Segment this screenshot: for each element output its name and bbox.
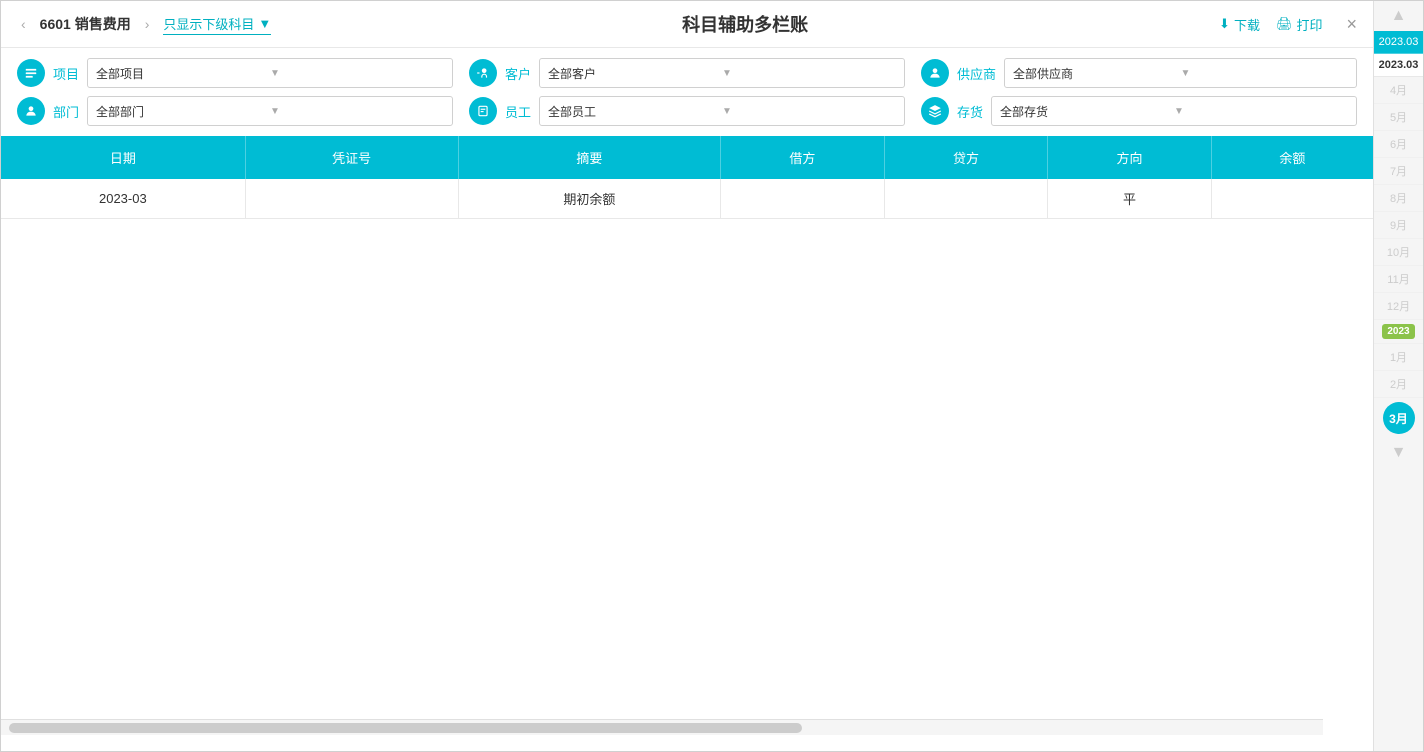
department-label: 部门 [53,102,79,121]
download-button[interactable]: ⬇ 下载 [1219,15,1260,34]
account-code: 6601 销售费用 [40,14,131,34]
customer-select[interactable]: 全部客户 ▼ [539,58,905,88]
employee-select-value: 全部员工 [548,103,722,120]
sidebar-month-1[interactable]: 1月 [1374,344,1423,371]
table-header-row: 日期 凭证号 摘要 借方 贷方 方向 余额 [1,136,1373,179]
next-arrow[interactable]: › [141,14,154,34]
cell-debit [721,179,885,219]
department-select-value: 全部部门 [96,103,270,120]
sidebar-month-6[interactable]: 6月 [1374,131,1423,158]
ledger-table-container: 日期 凭证号 摘要 借方 贷方 方向 余额 2023-03 期初余额 平 [1,136,1373,219]
department-select[interactable]: 全部部门 ▼ [87,96,453,126]
customer-icon [469,59,497,87]
supplier-dropdown-arrow: ▼ [1181,68,1349,79]
download-icon: ⬇ [1219,16,1230,32]
sidebar-month-5[interactable]: 5月 [1374,104,1423,131]
project-label: 项目 [53,64,79,83]
sidebar-month-9[interactable]: 9月 [1374,212,1423,239]
project-select-value: 全部项目 [96,65,270,82]
download-label: 下载 [1234,15,1260,34]
sidebar-down-arrow[interactable]: ▼ [1385,438,1413,468]
filter-row-supplier: 供应商 全部供应商 ▼ [921,58,1357,88]
sidebar-month-4[interactable]: 4月 [1374,77,1423,104]
col-date: 日期 [1,136,245,179]
sublevel-dropdown-arrow: ▼ [258,16,271,31]
top-actions: ⬇ 下载 🖨 打印 × [1219,14,1357,35]
print-icon: 🖨 [1276,16,1293,32]
inventory-select[interactable]: 全部存货 ▼ [991,96,1357,126]
print-label: 打印 [1296,15,1322,34]
supplier-select-value: 全部供应商 [1013,65,1181,82]
employee-icon [469,97,497,125]
filter-area: 项目 全部项目 ▼ 客户 全部客户 ▼ [1,48,1373,136]
sidebar-month-10[interactable]: 10月 [1374,239,1423,266]
department-icon [17,97,45,125]
filter-row-inventory: 存货 全部存货 ▼ [921,96,1357,126]
filter-row-project: 项目 全部项目 ▼ [17,58,453,88]
main-window: ‹ 6601 销售费用 › 只显示下级科目 ▼ 科目辅助多栏账 ⬇ 下载 🖨 打… [0,0,1424,752]
year-badge-container: 2023 [1374,320,1423,344]
close-button[interactable]: × [1346,14,1357,35]
table-row[interactable]: 2023-03 期初余额 平 [1,179,1373,219]
inventory-select-value: 全部存货 [1000,103,1174,120]
inventory-dropdown-arrow: ▼ [1174,106,1348,117]
supplier-select[interactable]: 全部供应商 ▼ [1004,58,1357,88]
inventory-icon [921,97,949,125]
department-dropdown-arrow: ▼ [270,106,444,117]
employee-label: 员工 [505,102,531,121]
cell-credit [884,179,1048,219]
col-balance: 余额 [1211,136,1373,179]
inventory-label: 存货 [957,102,983,121]
year-badge-2023: 2023 [1382,324,1414,339]
horizontal-scrollbar[interactable] [1,719,1323,735]
right-sidebar: ▲ 2023.03 2023.03 4月 5月 6月 7月 8月 9月 10月 … [1373,1,1423,751]
col-direction: 方向 [1048,136,1212,179]
cell-summary: 期初余额 [458,179,720,219]
sidebar-month-3-active[interactable]: 3月 [1383,402,1415,434]
filter-row-employee: 员工 全部员工 ▼ [469,96,905,126]
ledger-table: 日期 凭证号 摘要 借方 贷方 方向 余额 2023-03 期初余额 平 [1,136,1373,219]
show-sublevel-toggle[interactable]: 只显示下级科目 ▼ [163,14,271,35]
customer-dropdown-arrow: ▼ [722,68,896,79]
sidebar-period-2023-03[interactable]: 2023.03 [1374,54,1423,77]
col-credit: 贷方 [884,136,1048,179]
col-summary: 摘要 [458,136,720,179]
main-content-area: ‹ 6601 销售费用 › 只显示下级科目 ▼ 科目辅助多栏账 ⬇ 下载 🖨 打… [1,1,1373,735]
prev-arrow[interactable]: ‹ [17,14,30,34]
col-voucher: 凭证号 [245,136,458,179]
top-bar: ‹ 6601 销售费用 › 只显示下级科目 ▼ 科目辅助多栏账 ⬇ 下载 🖨 打… [1,1,1373,48]
cell-date: 2023-03 [1,179,245,219]
page-title: 科目辅助多栏账 [281,11,1209,37]
employee-select[interactable]: 全部员工 ▼ [539,96,905,126]
cell-voucher [245,179,458,219]
supplier-icon [921,59,949,87]
filter-row-customer: 客户 全部客户 ▼ [469,58,905,88]
sidebar-month-11[interactable]: 11月 [1374,266,1423,293]
cell-balance [1211,179,1373,219]
filter-row-department: 部门 全部部门 ▼ [17,96,453,126]
sidebar-active-month-container: 3月 [1374,398,1423,438]
sidebar-month-12[interactable]: 12月 [1374,293,1423,320]
employee-dropdown-arrow: ▼ [722,106,896,117]
project-dropdown-arrow: ▼ [270,68,444,79]
sidebar-month-2[interactable]: 2月 [1374,371,1423,398]
project-icon [17,59,45,87]
print-button[interactable]: 🖨 打印 [1276,15,1323,34]
sidebar-month-8[interactable]: 8月 [1374,185,1423,212]
col-debit: 借方 [721,136,885,179]
sidebar-period-2023-03-header[interactable]: 2023.03 [1374,31,1423,54]
customer-select-value: 全部客户 [548,65,722,82]
supplier-label: 供应商 [957,64,996,83]
project-select[interactable]: 全部项目 ▼ [87,58,453,88]
sidebar-up-arrow[interactable]: ▲ [1385,1,1413,31]
customer-label: 客户 [505,64,531,83]
cell-direction: 平 [1048,179,1212,219]
show-sublevel-label: 只显示下级科目 [163,14,254,33]
sidebar-month-7[interactable]: 7月 [1374,158,1423,185]
scroll-thumb[interactable] [9,723,802,733]
